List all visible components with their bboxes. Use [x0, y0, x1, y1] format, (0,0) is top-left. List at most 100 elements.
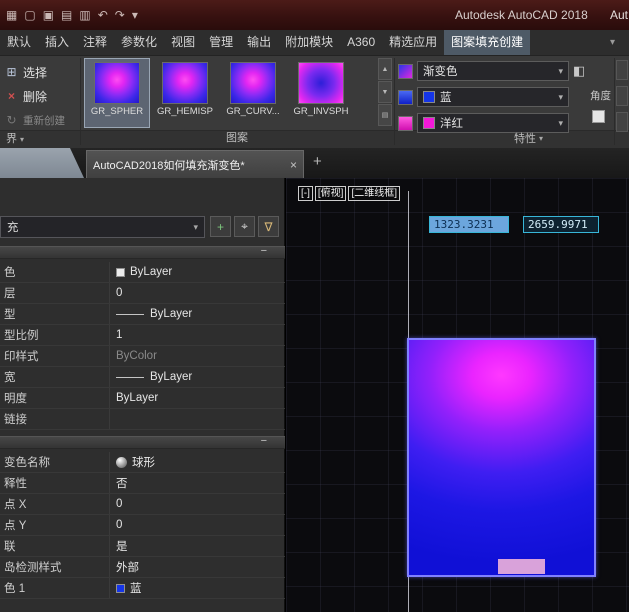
ribbon-edge-icon-1[interactable] [616, 60, 628, 80]
qat-customize-icon[interactable]: ▾ [132, 0, 138, 30]
property-value[interactable]: 0 [109, 494, 285, 514]
property-value[interactable]: 蓝 [109, 578, 285, 598]
save-icon[interactable]: ▤ [61, 0, 72, 30]
undo-icon[interactable]: ↶ [98, 0, 108, 30]
section-header-hatch[interactable]: − [0, 436, 285, 449]
drawing-canvas[interactable]: [-][俯视][二维线框] 1323.3231 2659.9971 [286, 178, 629, 612]
property-row: 型ByLayer [0, 304, 285, 325]
ribbon-tab-4[interactable]: 参数化 [114, 30, 164, 55]
property-row: 链接 [0, 409, 285, 430]
title-bar: ▦▢▣▤▥↶↷▾ Autodesk AutoCAD 2018 Aut [0, 0, 629, 30]
ribbon-edge-icon-3[interactable] [616, 112, 628, 132]
property-row: 宽ByLayer [0, 367, 285, 388]
property-value[interactable]: 0 [109, 283, 285, 303]
file-tab-active[interactable]: AutoCAD2018如何填充渐变色* × [86, 150, 304, 178]
gallery-scroll-down-icon[interactable]: ▼ [378, 81, 392, 103]
recreate-boundary-icon: ↻ [4, 113, 19, 127]
gradient-swatch-GR_HEMISP[interactable]: GR_HEMISP [152, 58, 218, 128]
ribbon-tab-11[interactable]: 图案填充创建 [444, 30, 530, 55]
collapse-icon[interactable]: − [261, 245, 267, 257]
chevron-down-icon: ▾ [20, 131, 24, 148]
boundaries-panel-footer[interactable]: 界 ▾ [0, 130, 80, 148]
property-value[interactable]: ByLayer [109, 367, 285, 387]
gallery-expand-icon[interactable]: ▤ [378, 104, 392, 126]
hatch-type-value: 渐变色 [423, 63, 458, 79]
collapse-icon[interactable]: − [261, 435, 267, 447]
ribbon-tab-2[interactable]: 插入 [38, 30, 76, 55]
ribbon-tab-6[interactable]: 管理 [202, 30, 240, 55]
viewport-control-3[interactable]: [二维线框] [348, 186, 400, 201]
select-objects-button[interactable]: ⌖ [234, 216, 255, 237]
hatch-type-dropdown[interactable]: 渐变色 ▾ [417, 61, 569, 81]
ribbon-tab-9[interactable]: A360 [340, 30, 382, 55]
new-tab-button[interactable]: + [313, 153, 322, 170]
boundary-button-2[interactable]: ×删除 [0, 84, 80, 108]
property-value[interactable] [109, 409, 285, 429]
gradient-swatch-GR_SPHER[interactable]: GR_SPHER [84, 58, 150, 128]
panel-divider [614, 58, 615, 145]
property-label: 释性 [0, 475, 109, 491]
redo-icon[interactable]: ↷ [115, 0, 125, 30]
gradient-swatch-GR_INVSPH[interactable]: GR_INVSPH [288, 58, 354, 128]
boundary-button-1[interactable]: ⊞选择 [0, 60, 80, 84]
gradient-color1-icon [398, 90, 413, 105]
properties-panel-footer[interactable]: 特性 ▾ [514, 130, 543, 146]
blue-color-swatch [423, 91, 435, 103]
angle-control[interactable] [592, 110, 605, 123]
property-row: 岛检测样式外部 [0, 557, 285, 578]
dynamic-input-x[interactable]: 1323.3231 [429, 216, 509, 233]
pattern-panel-footer[interactable]: 图案 [80, 130, 394, 148]
ribbon-tab-bar: 默认插入注释参数化视图管理输出附加模块A360精选应用图案填充创建 ▾ [0, 30, 629, 56]
selection-combobox[interactable]: 充 ▾ [0, 216, 205, 238]
plot-icon[interactable]: ▥ [79, 0, 90, 30]
background-file-tab[interactable] [0, 148, 84, 178]
property-value[interactable]: 外部 [109, 557, 285, 577]
section-header-general[interactable]: − [0, 246, 285, 259]
gallery-scrollbar: ▲ ▼ ▤ [378, 58, 392, 126]
property-value[interactable]: 1 [109, 325, 285, 345]
gallery-scroll-up-icon[interactable]: ▲ [378, 58, 392, 80]
gradient-swatch-GR_CURV...[interactable]: GR_CURV... [220, 58, 286, 128]
property-value[interactable]: 球形 [109, 452, 285, 472]
ribbon-tab-5[interactable]: 视图 [164, 30, 202, 55]
ribbon-edge-icon-2[interactable] [616, 86, 628, 106]
property-value[interactable]: 是 [109, 536, 285, 556]
close-icon[interactable]: × [290, 158, 297, 172]
viewport-control-2[interactable]: [俯视] [315, 186, 347, 201]
gradient-color2-value: 洋红 [440, 115, 463, 131]
property-value[interactable]: 0 [109, 515, 285, 535]
property-label: 型 [0, 306, 109, 322]
button-label: 删除 [23, 88, 47, 105]
ribbon-tab-7[interactable]: 输出 [240, 30, 278, 55]
viewport-control-1[interactable]: [-] [298, 186, 313, 201]
property-value[interactable]: 否 [109, 473, 285, 493]
gradient-color2-dropdown[interactable]: 洋红 ▾ [417, 113, 569, 133]
property-value[interactable]: ByLayer [109, 304, 285, 324]
dynamic-input-y[interactable]: 2659.9971 [523, 216, 599, 233]
property-value[interactable]: ByLayer [109, 262, 285, 282]
open-icon[interactable]: ▣ [43, 0, 54, 30]
color-swatch-icon [116, 584, 125, 593]
gradient-tint-icon[interactable]: ◧ [573, 63, 585, 79]
boundaries-panel-label: 界 [6, 131, 17, 148]
gradient-color1-dropdown[interactable]: 蓝 ▾ [417, 87, 569, 107]
property-value[interactable]: ByLayer [109, 388, 285, 408]
pattern-gallery: GR_SPHERGR_HEMISPGR_CURV...GR_INVSPH [84, 58, 354, 128]
menu-browser-icon[interactable]: ▦ [6, 0, 17, 30]
ribbon-tab-8[interactable]: 附加模块 [278, 30, 340, 55]
ribbon-tab-1[interactable]: 默认 [0, 30, 38, 55]
general-properties: 色ByLayer层0型ByLayer型比例1印样式ByColor宽ByLayer… [0, 262, 285, 430]
property-row: 印样式ByColor [0, 346, 285, 367]
ribbon-options-caret-icon[interactable]: ▾ [610, 37, 615, 48]
pickadd-toggle-button[interactable]: + [210, 216, 231, 237]
quick-select-button[interactable]: ∇ [258, 216, 279, 237]
property-label: 色 [0, 264, 109, 280]
ribbon-tab-10[interactable]: 精选应用 [382, 30, 444, 55]
infocenter-text: Aut [610, 8, 628, 22]
chevron-down-icon: ▾ [193, 222, 198, 233]
property-label: 岛检测样式 [0, 559, 109, 575]
boundary-button-3: ↻重新创建 [0, 108, 80, 132]
new-icon[interactable]: ▢ [24, 0, 35, 30]
ribbon-tab-3[interactable]: 注释 [76, 30, 114, 55]
property-value[interactable]: ByColor [109, 346, 285, 366]
